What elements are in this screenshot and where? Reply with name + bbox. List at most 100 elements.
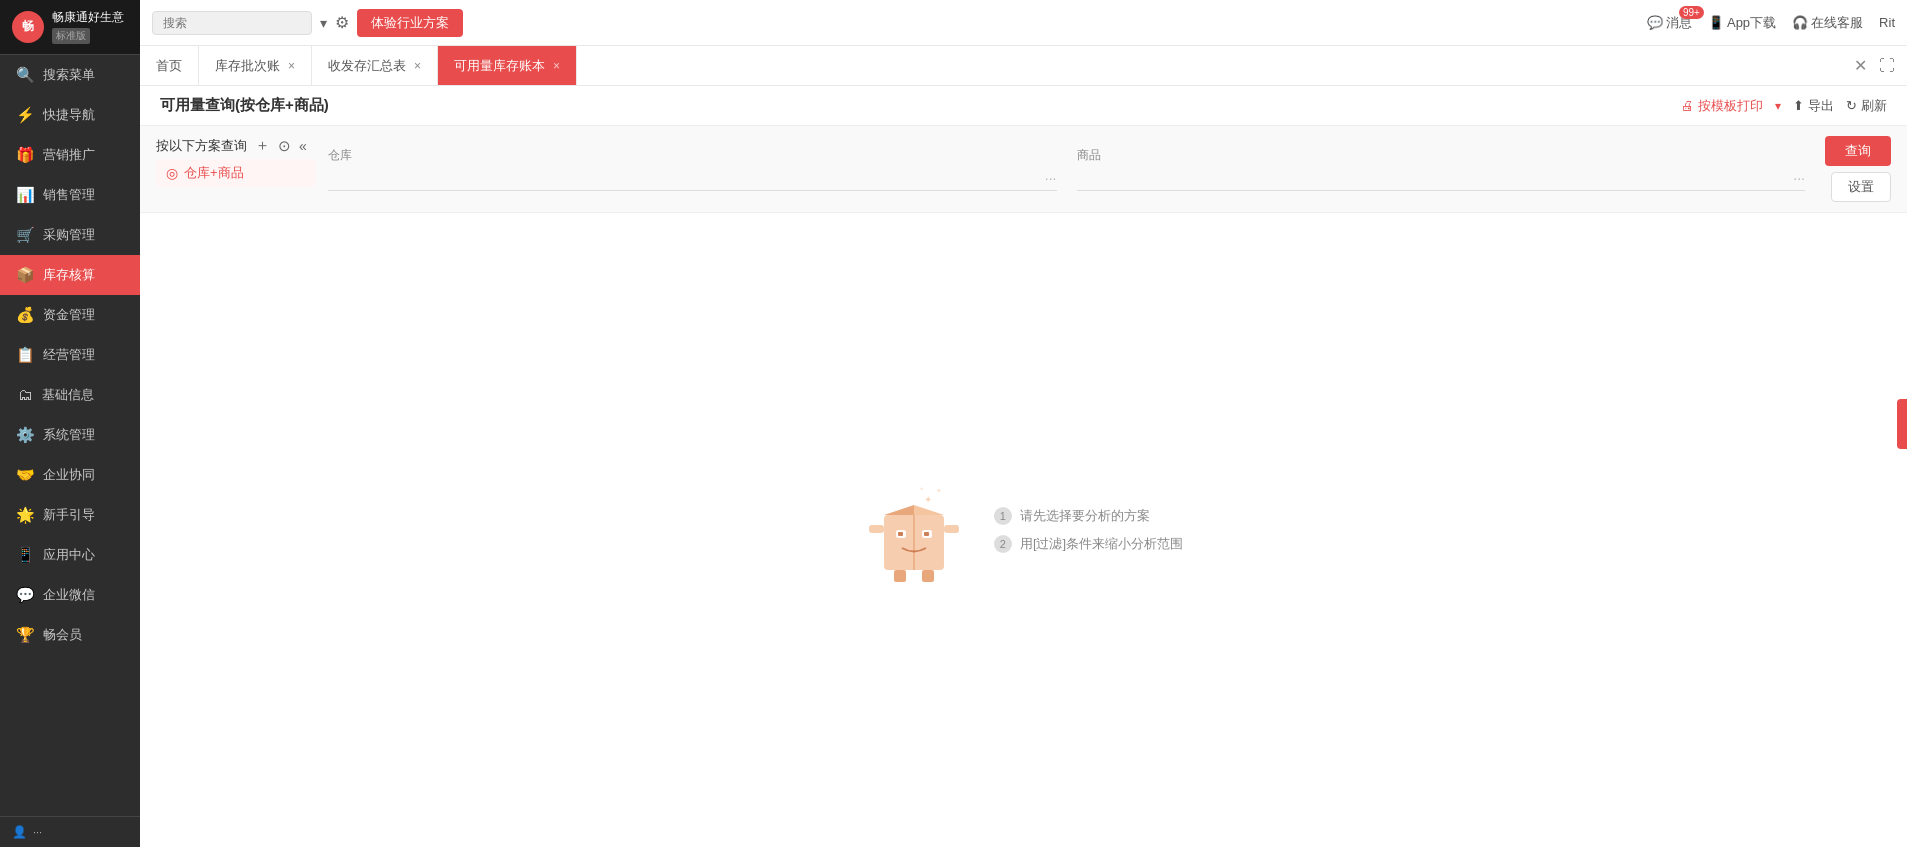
scheme-icon: ◎ xyxy=(166,165,178,181)
warehouse-input[interactable] xyxy=(328,171,1045,186)
user-avatar-icon: 👤 xyxy=(12,825,27,839)
sidebar-item-purchase[interactable]: 🛒 采购管理 xyxy=(0,215,140,255)
sidebar-item-member[interactable]: 🏆 畅会员 xyxy=(0,615,140,655)
sidebar-item-label: 搜索菜单 xyxy=(43,66,95,84)
product-label: 商品 xyxy=(1077,147,1806,164)
sidebar-item-label: 快捷导航 xyxy=(43,106,95,124)
refresh-btn[interactable]: ↻ 刷新 xyxy=(1846,97,1887,115)
trophy-icon: 🏆 xyxy=(16,626,35,644)
money-icon: 💰 xyxy=(16,306,35,324)
query-btn[interactable]: 查询 xyxy=(1825,136,1891,166)
sidebar-item-operation[interactable]: 📋 经营管理 xyxy=(0,335,140,375)
tab-home[interactable]: 首页 xyxy=(140,46,199,85)
sidebar-item-system[interactable]: ⚙️ 系统管理 xyxy=(0,415,140,455)
add-scheme-btn[interactable]: ＋ xyxy=(255,136,270,155)
filter-schemes: 按以下方案查询 ＋ ⊙ « ◎ 仓库+商品 xyxy=(156,136,316,187)
sidebar-item-quick-nav[interactable]: ⚡ 快捷导航 xyxy=(0,95,140,135)
tab-close-all-btn[interactable]: ✕ xyxy=(1850,52,1871,79)
sidebar-title: 畅康通好生意 xyxy=(52,10,124,26)
user-menu-btn[interactable]: Rit xyxy=(1879,15,1895,30)
warehouse-more-icon[interactable]: ··· xyxy=(1045,170,1057,186)
sidebar-item-label: 资金管理 xyxy=(43,306,95,324)
svg-rect-7 xyxy=(924,532,929,536)
sidebar-item-label: 系统管理 xyxy=(43,426,95,444)
empty-illustration: ✦ ✦ ✦ xyxy=(864,475,964,585)
filter-actions: 查询 设置 xyxy=(1825,136,1891,202)
trial-industry-btn[interactable]: 体验行业方案 xyxy=(357,9,463,37)
filter-right: 仓库 ··· 商品 ··· 查询 设置 xyxy=(328,136,1891,202)
warehouse-field: 仓库 ··· xyxy=(328,147,1057,191)
sidebar-item-label: 企业微信 xyxy=(43,586,95,604)
print-btn[interactable]: 🖨 按模板打印 xyxy=(1681,97,1763,115)
product-input-wrap: ··· xyxy=(1077,170,1806,191)
product-input[interactable] xyxy=(1077,171,1794,186)
sidebar-item-label: 库存核算 xyxy=(43,266,95,284)
svg-rect-8 xyxy=(869,525,884,533)
product-more-icon[interactable]: ··· xyxy=(1793,170,1805,186)
right-edge-handle[interactable] xyxy=(1897,399,1907,449)
gear-icon: ⚙️ xyxy=(16,426,35,444)
sidebar-item-label: 销售管理 xyxy=(43,186,95,204)
manage-scheme-btn[interactable]: ⊙ xyxy=(278,137,291,155)
sidebar-item-label: 应用中心 xyxy=(43,546,95,564)
export-btn[interactable]: ⬆ 导出 xyxy=(1793,97,1834,115)
main-content: ✦ ✦ ✦ 1 请先选择要分析的方案 2 用[过滤]条件来缩小分析范围 xyxy=(140,213,1907,847)
sidebar-item-label: 畅会员 xyxy=(43,626,82,644)
svg-rect-11 xyxy=(922,570,934,582)
sidebar-item-marketing[interactable]: 🎁 营销推广 xyxy=(0,135,140,175)
scheme-warehouse-product[interactable]: ◎ 仓库+商品 xyxy=(156,159,316,187)
headset-icon: 🎧 xyxy=(1792,15,1808,30)
tab-collect-receipt[interactable]: 收发存汇总表 × xyxy=(312,46,438,85)
sidebar-item-label: 新手引导 xyxy=(43,506,95,524)
filter-label: 按以下方案查询 xyxy=(156,137,247,155)
sidebar-item-newbie[interactable]: 🌟 新手引导 xyxy=(0,495,140,535)
tab-available-close[interactable]: × xyxy=(553,59,560,73)
star-icon: 🌟 xyxy=(16,506,35,524)
sidebar-logo: 畅 xyxy=(12,11,44,43)
sidebar-item-collab[interactable]: 🤝 企业协同 xyxy=(0,455,140,495)
sidebar-item-basic-info[interactable]: 🗂 基础信息 xyxy=(0,375,140,415)
gift-icon: 🎁 xyxy=(16,146,35,164)
app-download-btn[interactable]: 📱 App下载 xyxy=(1708,14,1776,32)
tip-num-2: 2 xyxy=(994,535,1012,553)
sidebar-item-sales[interactable]: 📊 销售管理 xyxy=(0,175,140,215)
chart-icon: 📊 xyxy=(16,186,35,204)
topbar-gear-btn[interactable]: ⚙ xyxy=(335,13,349,32)
tab-batch-account[interactable]: 库存批次账 × xyxy=(199,46,312,85)
tabbar: 首页 库存批次账 × 收发存汇总表 × 可用量库存账本 × ✕ ⛶ xyxy=(140,46,1907,86)
tab-collect-close[interactable]: × xyxy=(414,59,421,73)
export-label: 导出 xyxy=(1808,97,1834,115)
print-dropdown-btn[interactable]: ▾ xyxy=(1775,99,1781,113)
sidebar-item-app-center[interactable]: 📱 应用中心 xyxy=(0,535,140,575)
page-header: 可用量查询(按仓库+商品) 🖨 按模板打印 ▾ ⬆ 导出 ↻ 刷新 xyxy=(140,86,1907,126)
sidebar-item-label: 采购管理 xyxy=(43,226,95,244)
message-icon: 💬 xyxy=(1647,15,1663,30)
sidebar-item-wechat[interactable]: 💬 企业微信 xyxy=(0,575,140,615)
app-download-label: App下载 xyxy=(1727,14,1776,32)
sidebar-item-finance[interactable]: 💰 资金管理 xyxy=(0,295,140,335)
svg-marker-1 xyxy=(884,505,914,515)
sidebar-header: 畅 畅康通好生意 标准版 xyxy=(0,0,140,55)
sidebar-item-search[interactable]: 🔍 搜索菜单 xyxy=(0,55,140,95)
product-field: 商品 ··· xyxy=(1077,147,1806,191)
tip-item-2: 2 用[过滤]条件来缩小分析范围 xyxy=(994,535,1183,553)
sidebar-item-inventory[interactable]: 📦 库存核算 xyxy=(0,255,140,295)
search-input[interactable] xyxy=(152,11,312,35)
clipboard-icon: 📋 xyxy=(16,346,35,364)
page-title: 可用量查询(按仓库+商品) xyxy=(160,96,329,115)
tab-batch-close[interactable]: × xyxy=(288,59,295,73)
phone-icon: 📱 xyxy=(1708,15,1724,30)
online-service-btn[interactable]: 🎧 在线客服 xyxy=(1792,14,1863,32)
tab-expand-btn[interactable]: ⛶ xyxy=(1875,53,1899,79)
filter-settings-btn[interactable]: 设置 xyxy=(1831,172,1891,202)
svg-rect-9 xyxy=(944,525,959,533)
mobile-icon: 📱 xyxy=(16,546,35,564)
collapse-btn[interactable]: « xyxy=(299,138,307,154)
tip-text-2: 用[过滤]条件来缩小分析范围 xyxy=(1020,535,1183,553)
message-btn[interactable]: 💬 消息 99+ xyxy=(1647,14,1692,32)
lightning-icon: ⚡ xyxy=(16,106,35,124)
filter-area: 按以下方案查询 ＋ ⊙ « ◎ 仓库+商品 仓库 ··· xyxy=(140,126,1907,213)
topbar-dropdown-btn[interactable]: ▾ xyxy=(320,15,327,31)
sidebar: 畅 畅康通好生意 标准版 🔍 搜索菜单 ⚡ 快捷导航 🎁 营销推广 📊 销售管理… xyxy=(0,0,140,847)
tab-available-qty[interactable]: 可用量库存账本 × xyxy=(438,46,577,85)
